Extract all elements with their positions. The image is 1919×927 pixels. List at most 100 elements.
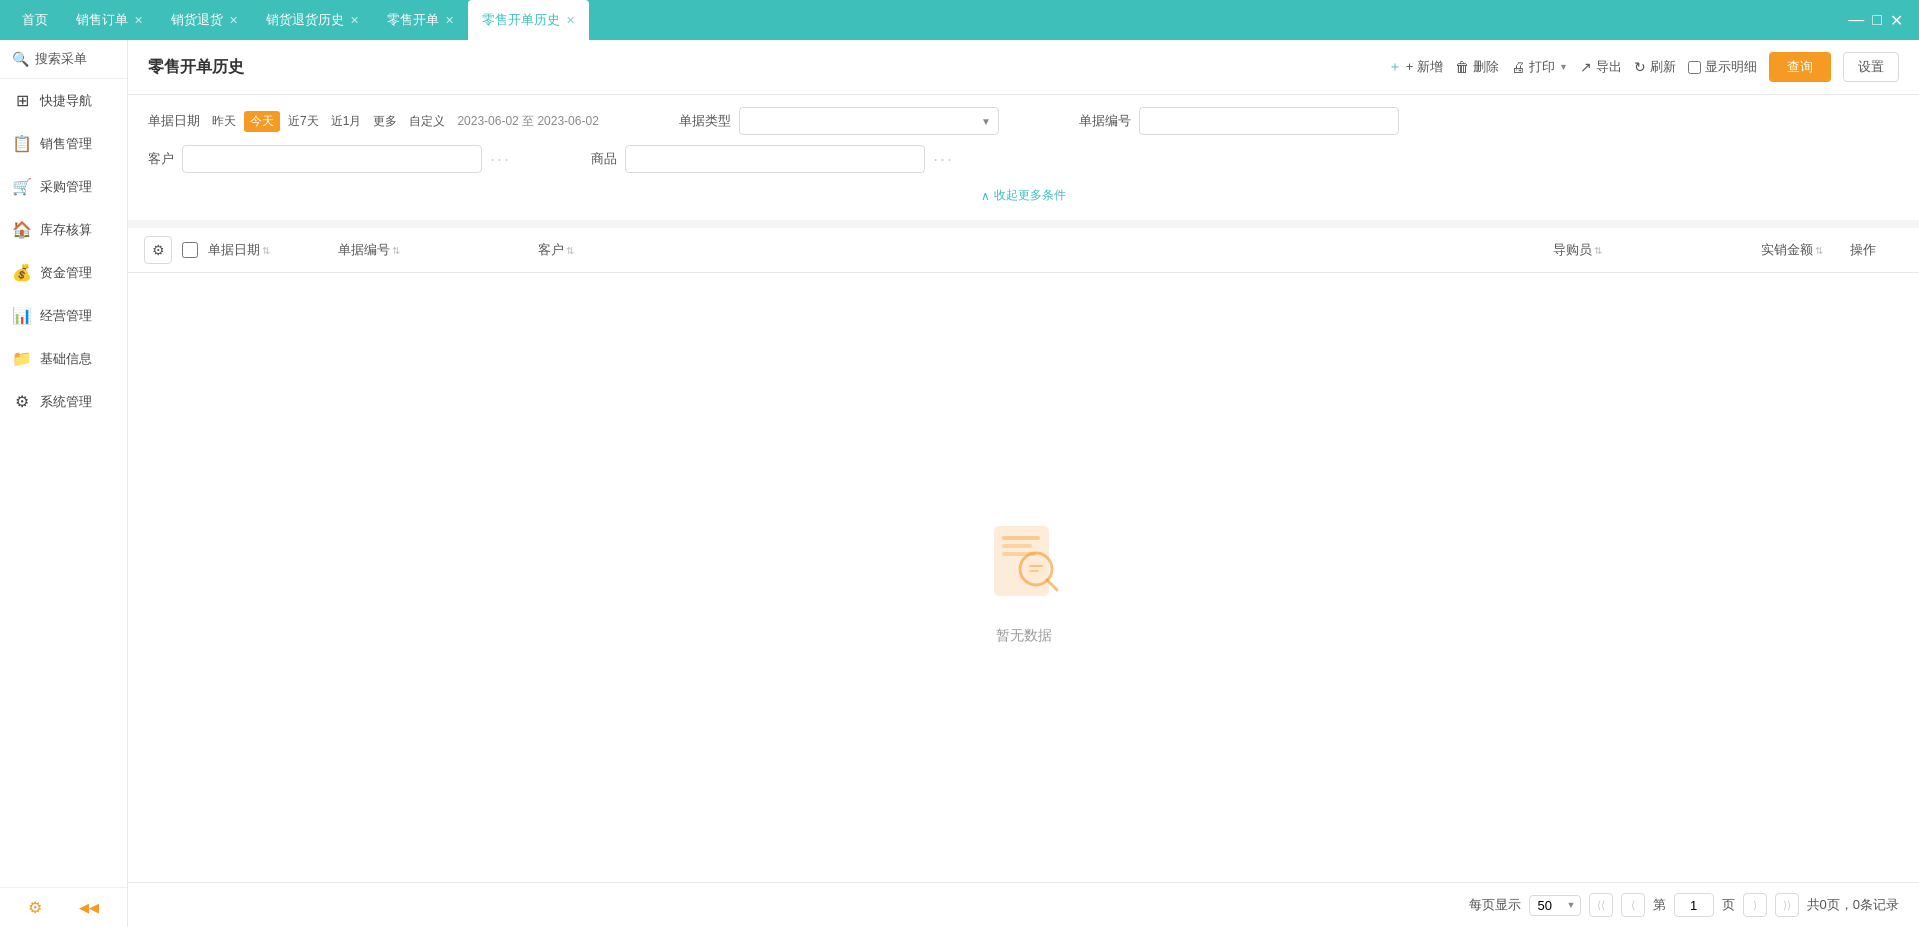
filter-area: 单据日期 昨天 今天 近7天 近1月 更多 自定义 2023-06-02 至 2… [128, 95, 1919, 220]
product-more-btn[interactable]: ··· [933, 149, 954, 170]
sidebar-search[interactable]: 🔍 搜索采单 [0, 40, 127, 79]
sidebar-item-purchase-mgmt[interactable]: 🛒 采购管理 [0, 165, 127, 208]
table-settings-icon: ⚙ [152, 242, 165, 258]
next-page-btn[interactable]: ⟩ [1743, 893, 1767, 917]
col-header-amount: 实销金额 ⇅ [1703, 241, 1823, 259]
delete-icon: 🗑 [1455, 59, 1469, 75]
page-number-input[interactable] [1674, 893, 1714, 917]
col-header-actions: 操作 [1823, 241, 1903, 259]
sort-amount-icon[interactable]: ⇅ [1815, 245, 1823, 256]
tab-bar: 首页 销售订单 ✕ 销货退货 ✕ 销货退货历史 ✕ 零售开单 ✕ 零售开单历史 … [0, 0, 1919, 40]
page-size-select[interactable]: 50 100 200 [1529, 895, 1581, 916]
date-label: 单据日期 [148, 112, 200, 130]
tab-retail-open[interactable]: 零售开单 ✕ [373, 0, 468, 40]
settings-button[interactable]: 设置 [1843, 52, 1899, 82]
date-btn-7days[interactable]: 近7天 [284, 111, 323, 132]
tab-sales-return-history-close[interactable]: ✕ [350, 14, 359, 27]
tab-retail-open-close[interactable]: ✕ [445, 14, 454, 27]
doc-type-label: 单据类型 [679, 112, 731, 130]
table-toolbar: ⚙ 单据日期 ⇅ 单据编号 ⇅ 客户 ⇅ [128, 228, 1919, 273]
date-filter: 单据日期 昨天 今天 近7天 近1月 更多 自定义 2023-06-02 至 2… [148, 111, 599, 132]
tab-sales-order-close[interactable]: ✕ [134, 14, 143, 27]
tab-window-close-icon[interactable]: ✕ [1890, 11, 1903, 30]
inventory-icon: 🏠 [12, 220, 32, 239]
print-button[interactable]: 🖨 打印 ▼ [1511, 58, 1568, 76]
sales-mgmt-icon: 📋 [12, 134, 32, 153]
product-label: 商品 [591, 150, 617, 168]
date-btn-custom[interactable]: 自定义 [405, 111, 449, 132]
date-btn-today[interactable]: 今天 [244, 111, 280, 132]
tab-retail-open-history-close[interactable]: ✕ [566, 14, 575, 27]
refresh-icon: ↻ [1634, 59, 1646, 75]
sidebar-item-system[interactable]: ⚙ 系统管理 [0, 380, 127, 423]
tab-sales-return-history[interactable]: 销货退货历史 ✕ [252, 0, 373, 40]
sidebar-item-sales-mgmt[interactable]: 📋 销售管理 [0, 122, 127, 165]
quick-nav-icon: ⊞ [12, 91, 32, 110]
print-dropdown-icon: ▼ [1559, 62, 1568, 72]
customer-more-btn[interactable]: ··· [490, 149, 511, 170]
new-icon: ＋ [1388, 58, 1402, 76]
page-label: 第 [1653, 896, 1666, 914]
sidebar-collapse-btn[interactable]: ◀◀ [79, 900, 99, 915]
delete-button[interactable]: 🗑 删除 [1455, 58, 1499, 76]
doc-no-filter: 单据编号 [1079, 107, 1399, 135]
sort-no-icon[interactable]: ⇅ [392, 245, 400, 256]
tab-sales-return-close[interactable]: ✕ [229, 14, 238, 27]
sidebar-item-operations[interactable]: 📊 经营管理 [0, 294, 127, 337]
filter-row-2: 客户 ··· 商品 ··· [148, 145, 1899, 173]
sort-customer-icon[interactable]: ⇅ [566, 245, 574, 256]
sort-date-icon[interactable]: ⇅ [262, 245, 270, 256]
export-icon: ↗ [1580, 59, 1592, 75]
query-button[interactable]: 查询 [1769, 52, 1831, 82]
doc-no-input[interactable] [1139, 107, 1399, 135]
tab-sales-return[interactable]: 销货退货 ✕ [157, 0, 252, 40]
select-all-checkbox[interactable] [182, 242, 198, 258]
refresh-button[interactable]: ↻ 刷新 [1634, 58, 1676, 76]
last-page-btn[interactable]: ⟩⟩ [1775, 893, 1799, 917]
sidebar-item-inventory[interactable]: 🏠 库存核算 [0, 208, 127, 251]
col-header-no: 单据编号 ⇅ [338, 241, 538, 259]
page-summary: 共0页，0条记录 [1807, 896, 1899, 914]
table-settings-btn[interactable]: ⚙ [144, 236, 172, 264]
customer-filter: 客户 ··· [148, 145, 511, 173]
empty-illustration [974, 511, 1074, 611]
content-divider [128, 220, 1919, 228]
empty-state: 暂无数据 [128, 273, 1919, 882]
doc-type-filter: 单据类型 [679, 107, 999, 135]
system-icon: ⚙ [12, 392, 32, 411]
customer-input[interactable] [182, 145, 482, 173]
new-button[interactable]: ＋ + 新增 [1388, 58, 1443, 76]
tab-maximize-icon[interactable]: □ [1872, 11, 1882, 29]
sidebar-item-quick-nav[interactable]: ⊞ 快捷导航 [0, 79, 127, 122]
tab-retail-open-history[interactable]: 零售开单历史 ✕ [468, 0, 589, 40]
show-detail-button[interactable]: 显示明细 [1688, 58, 1757, 76]
page-title: 零售开单历史 [148, 57, 244, 90]
tab-minimize-icon[interactable]: — [1848, 11, 1864, 29]
doc-type-select-wrapper [739, 107, 999, 135]
doc-type-select[interactable] [739, 107, 999, 135]
sidebar-settings-btn[interactable]: ⚙ [28, 898, 42, 917]
svg-rect-1 [1002, 536, 1040, 540]
product-input[interactable] [625, 145, 925, 173]
tab-home[interactable]: 首页 [8, 0, 62, 40]
date-btn-more[interactable]: 更多 [369, 111, 401, 132]
col-header-customer: 客户 ⇅ [538, 241, 1553, 259]
first-page-btn[interactable]: ⟨⟨ [1589, 893, 1613, 917]
page-size-wrapper: 50 100 200 [1529, 895, 1581, 916]
product-filter: 商品 ··· [591, 145, 954, 173]
sidebar-item-basic-info[interactable]: 📁 基础信息 [0, 337, 127, 380]
purchase-mgmt-icon: 🛒 [12, 177, 32, 196]
date-btn-yesterday[interactable]: 昨天 [208, 111, 240, 132]
prev-page-btn[interactable]: ⟨ [1621, 893, 1645, 917]
main-layout: 🔍 搜索采单 ⊞ 快捷导航 📋 销售管理 🛒 采购管理 🏠 库存核算 💰 资金管… [0, 40, 1919, 927]
collapse-bar[interactable]: ∧ 收起更多条件 [148, 183, 1899, 208]
sidebar-item-finance[interactable]: 💰 资金管理 [0, 251, 127, 294]
sort-guide-icon[interactable]: ⇅ [1594, 245, 1602, 256]
export-button[interactable]: ↗ 导出 [1580, 58, 1622, 76]
svg-rect-7 [1029, 565, 1043, 567]
show-detail-checkbox[interactable] [1688, 61, 1701, 74]
page-actions: ＋ + 新增 🗑 删除 🖨 打印 ▼ ↗ 导出 ↻ [1388, 52, 1899, 94]
tab-sales-order[interactable]: 销售订单 ✕ [62, 0, 157, 40]
table-container: ⚙ 单据日期 ⇅ 单据编号 ⇅ 客户 ⇅ [128, 228, 1919, 882]
date-btn-1month[interactable]: 近1月 [327, 111, 366, 132]
